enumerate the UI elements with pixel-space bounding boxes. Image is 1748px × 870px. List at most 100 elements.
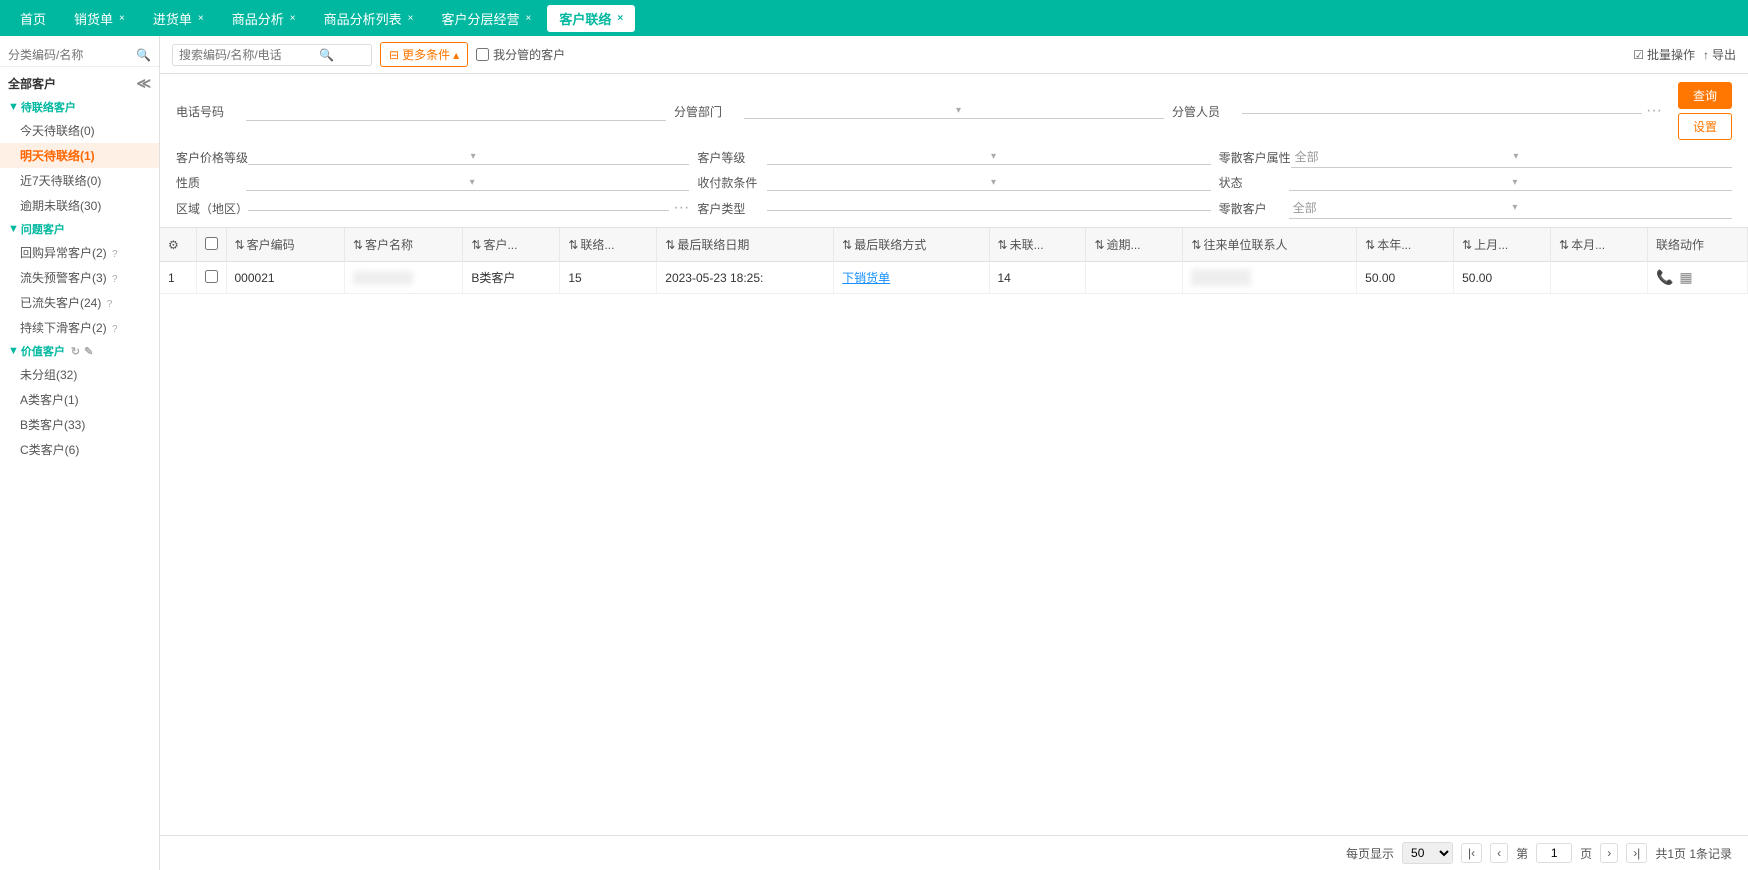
filter-customer-type-select[interactable] [767,206,1210,211]
nav-product-list[interactable]: 商品分析列表 × [312,5,426,32]
sidebar-item-tomorrow[interactable]: 明天待联络(1) [0,143,159,168]
col-this-year: ⇅ 本年... [1357,228,1454,262]
cell-contacts: 15 [560,262,657,294]
set-button[interactable]: 设置 [1678,113,1732,140]
last-page-btn[interactable]: ›| [1626,843,1647,863]
col-gear[interactable]: ⚙ [160,228,196,262]
sidebar-item-declining[interactable]: 持续下滑客户(2) ? [0,315,159,340]
filter-manager-select[interactable] [1242,109,1642,114]
filter-btn[interactable]: ⊟ 更多条件 ▴ [380,42,468,67]
batch-icon: ☑ [1633,48,1644,62]
nav-customer-segment-close[interactable]: × [525,13,531,24]
export-btn[interactable]: ↑ 导出 [1703,46,1736,63]
filter-area: 区域（地区） ··· [176,199,689,217]
sidebar-item-churned[interactable]: 已流失客户(24) ? [0,290,159,315]
cell-checkbox[interactable] [196,262,226,294]
sidebar-item-ungrouped[interactable]: 未分组(32) [0,362,159,387]
sidebar-item-c-class[interactable]: C类客户(6) [0,437,159,462]
sidebar-search-box[interactable]: 🔍 [0,44,159,67]
help-icon-repurchase: ? [112,249,118,260]
sidebar-item-repurchase-abnormal[interactable]: 回购异常客户(2) ? [0,240,159,265]
nav-customer-contact-close[interactable]: × [617,13,623,24]
filter-retail-attr-arrow: ▾ [1513,151,1728,162]
col-unit-contact-sort-icon: ⇅ [1191,238,1201,252]
col-last-date-sort-icon: ⇅ [665,238,675,252]
nav-customer-segment[interactable]: 客户分层经营 × [429,5,543,32]
filter-retail-customer-select[interactable]: 全部 ▾ [1289,197,1732,219]
search-icon: 🔍 [319,48,334,62]
filter-nature-select[interactable]: ▾ [246,175,689,191]
call-icon[interactable]: 📞 [1656,269,1673,286]
sidebar-collapse-icon[interactable]: ≪ [136,75,151,92]
filter-price-level-label: 客户价格等级 [176,149,248,166]
sidebar-search-input[interactable] [8,48,136,62]
cell-last-method[interactable]: 下销货单 [834,262,989,294]
cell-code: 000021 [226,262,344,294]
first-page-btn[interactable]: |‹ [1461,843,1482,863]
filter-dept-select[interactable]: ▾ [744,103,1164,119]
col-overdue-sort-icon: ⇅ [1094,238,1104,252]
nav-customer-contact[interactable]: 客户联络 × [547,5,635,32]
sidebar-item-7days[interactable]: 近7天待联络(0) [0,168,159,193]
page-label: 第 [1516,845,1528,862]
filter-phone-input[interactable] [246,102,666,121]
filter-area-select[interactable] [248,206,669,211]
page-input[interactable] [1536,843,1572,863]
my-customers-checkbox-label[interactable]: 我分管的客户 [476,46,565,63]
cell-index: 1 [160,262,196,294]
query-button[interactable]: 查询 [1678,82,1732,109]
filter-retail-attr-select[interactable]: 全部 ▾ [1291,146,1732,168]
grid-icon[interactable]: ▦ [1679,269,1692,286]
nav-product-list-close[interactable]: × [408,13,414,24]
group-pending-contact: ▼ 待联络客户 [0,96,159,118]
sidebar-item-a-class[interactable]: A类客户(1) [0,387,159,412]
filter-area-label: 区域（地区） [176,200,248,217]
filter-status-select[interactable]: ▾ [1289,175,1732,191]
batch-btn[interactable]: ☑ 批量操作 [1633,46,1695,63]
filter-payment-select[interactable]: ▾ [767,175,1210,191]
filter-area-dots[interactable]: ··· [673,199,689,217]
search-box[interactable]: 🔍 [172,44,372,66]
filter-customer-level-select[interactable]: ▾ [767,149,1210,165]
col-type-sort-icon: ⇅ [471,238,481,252]
filter-retail-customer-arrow: ▾ [1512,202,1728,213]
cell-type: B类客户 [463,262,560,294]
filter-price-level-select[interactable]: ▾ [248,149,689,165]
nav-sales-close[interactable]: × [119,13,125,24]
page-size-select[interactable]: 50 100 200 [1402,842,1453,864]
sidebar-item-churn-warning[interactable]: 流失预警客户(3) ? [0,265,159,290]
my-customers-label: 我分管的客户 [493,46,565,63]
sidebar-search-icon: 🔍 [136,48,151,62]
filter-payment: 收付款条件 ▾ [697,174,1210,191]
filter-manager: 分管人员 ··· [1172,102,1662,120]
sidebar-item-today[interactable]: 今天待联络(0) [0,118,159,143]
col-no-contact-sort-icon: ⇅ [998,238,1008,252]
nav-home[interactable]: 首页 [8,5,58,32]
prev-page-btn[interactable]: ‹ [1490,843,1508,863]
sidebar-item-b-class[interactable]: B类客户(33) [0,412,159,437]
sidebar-item-overdue[interactable]: 逾期未联络(30) [0,193,159,218]
filter-dept-label: 分管部门 [674,103,744,120]
last-method-link[interactable]: 下销货单 [842,271,890,285]
col-last-method-sort-icon: ⇅ [842,238,852,252]
nav-purchase-close[interactable]: × [198,13,204,24]
col-last-month: ⇅ 上月... [1454,228,1551,262]
search-input[interactable] [179,48,319,62]
nav-product-analysis[interactable]: 商品分析 × [220,5,308,32]
filter-customer-type-label: 客户类型 [697,200,767,217]
filter-row-3: 性质 ▾ 收付款条件 ▾ 状态 [176,174,1732,191]
edit-icon[interactable]: ✎ [84,345,93,358]
col-last-month-sort-icon: ⇅ [1462,238,1472,252]
gear-icon: ⚙ [168,238,179,252]
filter-price-level: 客户价格等级 ▾ [176,149,689,166]
refresh-icon[interactable]: ↻ [71,345,80,358]
select-all-checkbox[interactable] [205,237,218,250]
filter-manager-dots[interactable]: ··· [1646,102,1662,120]
nav-purchase[interactable]: 进货单 × [141,5,216,32]
row-checkbox[interactable] [205,270,218,283]
filter-phone-label: 电话号码 [176,103,246,120]
nav-sales[interactable]: 销货单 × [62,5,137,32]
nav-product-analysis-close[interactable]: × [290,13,296,24]
next-page-btn[interactable]: › [1600,843,1618,863]
my-customers-checkbox[interactable] [476,48,489,61]
